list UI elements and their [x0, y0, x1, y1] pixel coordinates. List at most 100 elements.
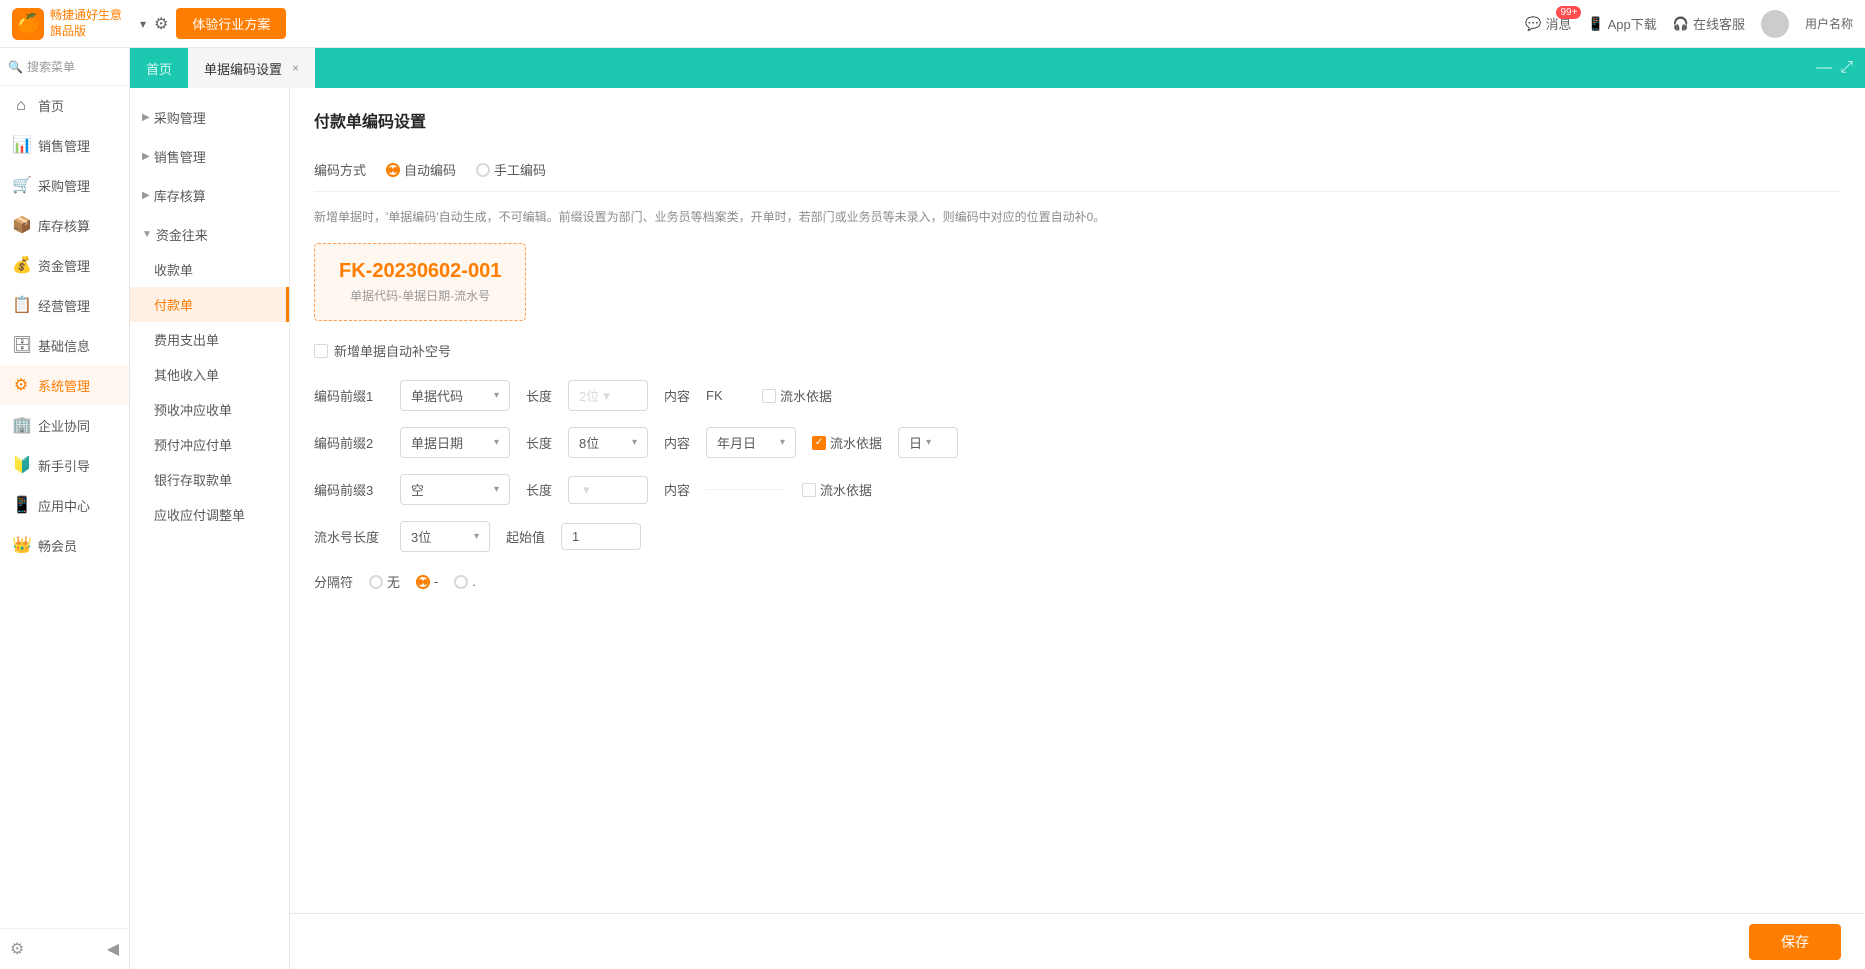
code-method-row: 编码方式 自动编码 手工编码	[314, 148, 1841, 192]
subnav-receipt[interactable]: 收款单	[130, 252, 289, 287]
sidebar-item-inventory[interactable]: 📦 库存核算	[0, 205, 129, 245]
prefix2-content-select[interactable]: 年月日 ▾	[706, 427, 796, 458]
trial-button[interactable]: 体验行业方案	[176, 8, 286, 39]
subnav-inventory-title[interactable]: ▶ 库存核算	[130, 178, 289, 213]
settings-bottom-icon[interactable]: ⚙	[10, 939, 24, 959]
sidebar-item-operations[interactable]: 📋 经营管理	[0, 285, 129, 325]
logo: 🍊 畅捷通好生意 旗品版	[12, 8, 132, 40]
subnav-payment[interactable]: 付款单	[130, 287, 289, 322]
sub-nav: ▶ 采购管理 ▶ 销售管理 ▶ 库存核算	[130, 88, 290, 969]
start-value-label: 起始值	[506, 527, 545, 546]
tab-bar: 首页 单据编码设置 × — ⤢	[130, 48, 1865, 88]
prefix1-serial-check-icon[interactable]	[762, 389, 776, 403]
prefix1-select[interactable]: 单据代码 ▾	[400, 380, 510, 411]
arrow-icon: ▶	[142, 190, 150, 201]
manual-code-radio[interactable]	[476, 163, 490, 177]
subnav-ap-adjust[interactable]: 应收应付调整单	[130, 497, 289, 532]
serial-length-select[interactable]: 3位 ▾	[400, 521, 490, 552]
sidebar-item-system[interactable]: ⚙ 系统管理	[0, 365, 129, 405]
subnav-group-inventory: ▶ 库存核算	[130, 178, 289, 213]
prefix1-length-select[interactable]: 2位 ▾	[568, 380, 648, 411]
subnav-group-capital: ▼ 资金往来 收款单 付款单 费用支出单 其他收入单	[130, 217, 289, 532]
tab-actions: — ⤢	[1816, 59, 1865, 77]
prefix2-select[interactable]: 单据日期 ▾	[400, 427, 510, 458]
subnav-sales-title[interactable]: ▶ 销售管理	[130, 139, 289, 174]
subnav-purchase-title[interactable]: ▶ 采购管理	[130, 100, 289, 135]
sidebar-item-guide[interactable]: 🔰 新手引导	[0, 445, 129, 485]
prefix2-serial-check-icon[interactable]: ✓	[812, 436, 826, 450]
start-value-input[interactable]	[561, 523, 641, 550]
prefix1-serial-checkbox[interactable]: 流水依据	[762, 386, 832, 405]
subnav-capital-title[interactable]: ▼ 资金往来	[130, 217, 289, 252]
topbar-gear-icon[interactable]: ⚙	[154, 14, 168, 34]
sidebar-item-home[interactable]: ⌂ 首页	[0, 86, 129, 125]
topbar-dropdown[interactable]: ▾	[140, 17, 146, 31]
username: 用户名称	[1805, 15, 1853, 32]
sidebar-item-finance[interactable]: 💰 资金管理	[0, 245, 129, 285]
service-icon: 🎧	[1673, 16, 1689, 32]
sep-dash-option[interactable]: -	[416, 574, 438, 589]
avatar[interactable]	[1761, 10, 1789, 38]
enterprise-icon: 🏢	[12, 415, 30, 435]
message-badge: 99+	[1556, 6, 1581, 19]
prefix1-content-label: 内容	[664, 386, 690, 405]
sep-dot-radio[interactable]	[454, 575, 468, 589]
sidebar: 🔍 搜索菜单 ⌂ 首页 📊 销售管理 🛒 采购管理 📦 库存核算 💰 资	[0, 48, 130, 969]
dropdown-arrow-icon: ▾	[583, 482, 590, 498]
search-menu[interactable]: 🔍 搜索菜单	[0, 48, 129, 86]
auto-code-radio[interactable]	[386, 163, 400, 177]
prefix3-content-label: 内容	[664, 480, 690, 499]
auto-code-option[interactable]: 自动编码	[386, 160, 456, 179]
dropdown-arrow-icon: ▾	[494, 437, 499, 448]
member-icon: 👑	[12, 535, 30, 555]
code-preview-sub: 单据代码-单据日期-流水号	[339, 287, 501, 304]
tab-close-icon[interactable]: ×	[292, 61, 299, 75]
operations-icon: 📋	[12, 295, 30, 315]
dropdown-arrow-icon: ▾	[780, 437, 785, 448]
bottom-bar: 保存	[290, 913, 1865, 969]
sep-dot-option[interactable]: .	[454, 574, 476, 589]
auto-fill-row: 新增单据自动补空号	[314, 341, 1841, 360]
tab-maximize-icon[interactable]: ⤢	[1840, 59, 1853, 77]
auto-fill-checkbox[interactable]	[314, 344, 328, 358]
message-button[interactable]: 💬 消息 99+	[1525, 14, 1571, 33]
prefix3-length-label: 长度	[526, 480, 552, 499]
subnav-prepay-recv[interactable]: 预收冲应收单	[130, 392, 289, 427]
subnav-bank-deposit[interactable]: 银行存取款单	[130, 462, 289, 497]
subnav-group-purchase: ▶ 采购管理	[130, 100, 289, 135]
prefix3-select[interactable]: 空 ▾	[400, 474, 510, 505]
save-button[interactable]: 保存	[1749, 924, 1841, 960]
app-download-button[interactable]: 📱 App下载	[1587, 14, 1656, 33]
sidebar-item-basic[interactable]: 🗄 基础信息	[0, 325, 129, 365]
prefix3-length-select[interactable]: ▾	[568, 476, 648, 504]
sidebar-item-apps[interactable]: 📱 应用中心	[0, 485, 129, 525]
sidebar-item-purchase[interactable]: 🛒 采购管理	[0, 165, 129, 205]
collapse-icon[interactable]: ◀	[107, 939, 119, 959]
sep-none-option[interactable]: 无	[369, 572, 400, 591]
tab-minimize-icon[interactable]: —	[1816, 59, 1832, 77]
logo-icon: 🍊	[12, 8, 44, 40]
prefix3-serial-check-icon[interactable]	[802, 483, 816, 497]
prefix2-serial-checkbox[interactable]: ✓ 流水依据	[812, 433, 882, 452]
main-layout: 🔍 搜索菜单 ⌂ 首页 📊 销售管理 🛒 采购管理 📦 库存核算 💰 资	[0, 48, 1865, 969]
code-method-label: 编码方式	[314, 160, 366, 179]
page-title: 付款单编码设置	[314, 108, 1841, 132]
subnav-prepay-pay[interactable]: 预付冲应付单	[130, 427, 289, 462]
sidebar-item-enterprise[interactable]: 🏢 企业协同	[0, 405, 129, 445]
tab-code-settings[interactable]: 单据编码设置 ×	[188, 48, 315, 88]
online-service-button[interactable]: 🎧 在线客服	[1673, 14, 1745, 33]
tab-home[interactable]: 首页	[130, 48, 188, 88]
sales-icon: 📊	[12, 135, 30, 155]
subnav-expense[interactable]: 费用支出单	[130, 322, 289, 357]
prefix2-length-select[interactable]: 8位 ▾	[568, 427, 648, 458]
sep-dash-radio[interactable]	[416, 575, 430, 589]
subnav-other-income[interactable]: 其他收入单	[130, 357, 289, 392]
sep-none-radio[interactable]	[369, 575, 383, 589]
serial-row: 流水号长度 3位 ▾ 起始值	[314, 521, 1841, 552]
prefix2-day-select[interactable]: 日 ▾	[898, 427, 958, 458]
prefix3-serial-checkbox[interactable]: 流水依据	[802, 480, 872, 499]
sidebar-item-sales[interactable]: 📊 销售管理	[0, 125, 129, 165]
manual-code-option[interactable]: 手工编码	[476, 160, 546, 179]
arrow-icon: ▶	[142, 112, 150, 123]
sidebar-item-member[interactable]: 👑 畅会员	[0, 525, 129, 565]
